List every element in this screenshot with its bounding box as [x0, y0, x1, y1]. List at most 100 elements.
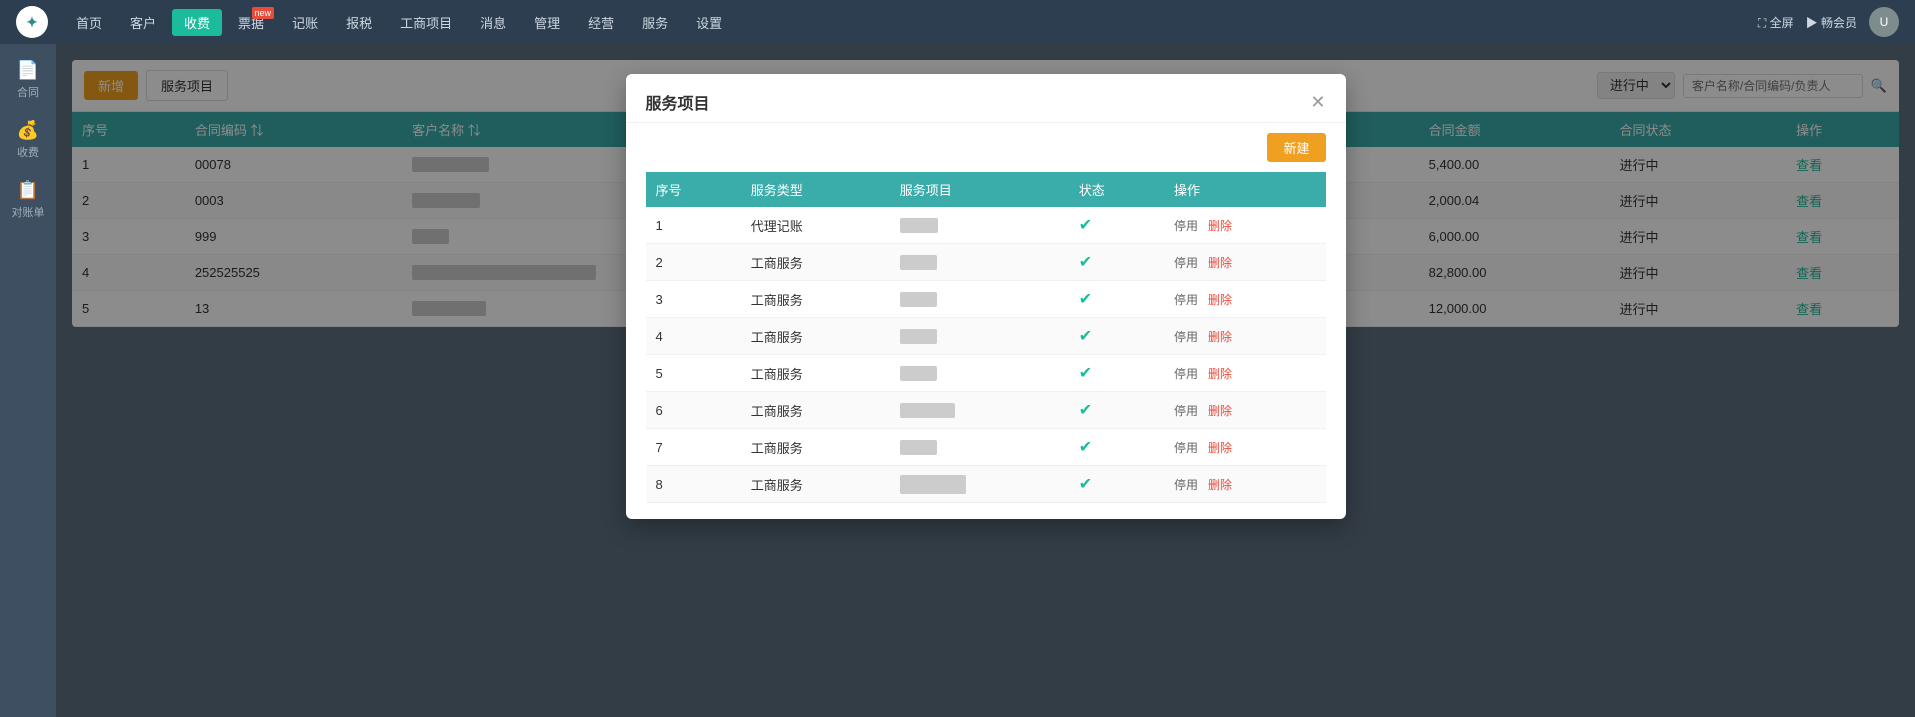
- modal-cell-item: ██████: [890, 392, 1069, 429]
- delete-button[interactable]: 删除: [1208, 365, 1232, 382]
- service-modal: 服务项目 ✕ 新建 序号 服务类型 服务项目 状态: [626, 74, 1346, 519]
- modal-cell-type: 代理记账: [741, 207, 890, 244]
- modal-cell-action[interactable]: 停用 删除: [1164, 281, 1326, 318]
- stop-button[interactable]: 停用: [1174, 476, 1198, 493]
- modal-cell-action[interactable]: 停用 删除: [1164, 392, 1326, 429]
- modal-col-type: 服务类型: [741, 172, 890, 207]
- top-nav-right: ⛶ 全屏 ▶ 畅会员 U: [1758, 7, 1899, 37]
- status-check-icon: ✔: [1079, 217, 1092, 234]
- nav-operation[interactable]: 经营: [576, 9, 626, 36]
- modal-close-button[interactable]: ✕: [1310, 92, 1325, 113]
- stop-button[interactable]: 停用: [1174, 291, 1198, 308]
- modal-header: 服务项目 ✕: [626, 74, 1346, 123]
- modal-cell-status: ✔: [1069, 355, 1164, 392]
- modal-cell-status: ✔: [1069, 466, 1164, 503]
- stop-button[interactable]: 停用: [1174, 365, 1198, 382]
- modal-table-row: 4 工商服务 ████ ✔ 停用 删除: [646, 318, 1326, 355]
- sidebar-label-contract: 合同: [17, 84, 39, 100]
- main-content: 新增 服务项目 进行中 🔍 序号 合同编码 ⇅ 客户名称 ⇅: [56, 44, 1915, 717]
- modal-cell-index: 8: [646, 466, 741, 503]
- modal-cell-item: ████ 注册: [890, 466, 1069, 503]
- modal-table-row: 5 工商服务 ████ ✔ 停用 删除: [646, 355, 1326, 392]
- stop-button[interactable]: 停用: [1174, 254, 1198, 271]
- reconcile-icon: 📋: [17, 180, 39, 201]
- nav-customer[interactable]: 客户: [118, 9, 168, 36]
- nav-business[interactable]: 工商项目: [388, 9, 464, 36]
- new-badge: new: [252, 7, 275, 19]
- stop-button[interactable]: 停用: [1174, 328, 1198, 345]
- modal-table-row: 3 工商服务 ████ ✔ 停用 删除: [646, 281, 1326, 318]
- vip-btn[interactable]: ▶ 畅会员: [1806, 14, 1857, 31]
- modal-cell-index: 5: [646, 355, 741, 392]
- modal-col-index: 序号: [646, 172, 741, 207]
- modal-table-row: 8 工商服务 ████ 注册 ✔ 停用 删除: [646, 466, 1326, 503]
- modal-cell-type: 工商服务: [741, 355, 890, 392]
- avatar[interactable]: U: [1869, 7, 1899, 37]
- modal-cell-index: 2: [646, 244, 741, 281]
- contract-icon: 📄: [17, 60, 39, 81]
- modal-col-item: 服务项目: [890, 172, 1069, 207]
- sidebar-item-reconcile[interactable]: 📋 对账单: [2, 172, 54, 228]
- sidebar-item-contract[interactable]: 📄 合同: [2, 52, 54, 108]
- delete-button[interactable]: 删除: [1208, 402, 1232, 419]
- modal-cell-status: ✔: [1069, 392, 1164, 429]
- modal-cell-type: 工商服务: [741, 244, 890, 281]
- modal-cell-status: ✔: [1069, 429, 1164, 466]
- nav-bookkeeping[interactable]: 记账: [280, 9, 330, 36]
- delete-button[interactable]: 删除: [1208, 254, 1232, 271]
- status-check-icon: ✔: [1079, 365, 1092, 382]
- modal-cell-index: 6: [646, 392, 741, 429]
- stop-button[interactable]: 停用: [1174, 439, 1198, 456]
- modal-col-action: 操作: [1164, 172, 1326, 207]
- stop-button[interactable]: 停用: [1174, 217, 1198, 234]
- sidebar-label-reconcile: 对账单: [12, 204, 45, 220]
- modal-cell-action[interactable]: 停用 删除: [1164, 244, 1326, 281]
- modal-table-row: 2 工商服务 ████ ✔ 停用 删除: [646, 244, 1326, 281]
- top-navigation: ✦ 首页 客户 收费 票据 new 记账 报税 工商项目 消息 管理 经营 服务…: [0, 0, 1915, 44]
- modal-cell-item: ████: [890, 355, 1069, 392]
- modal-cell-action[interactable]: 停用 删除: [1164, 466, 1326, 503]
- modal-cell-item: ████: [890, 281, 1069, 318]
- fullscreen-btn[interactable]: ⛶ 全屏: [1758, 14, 1794, 31]
- modal-cell-item: ████: [890, 244, 1069, 281]
- modal-cell-status: ✔: [1069, 318, 1164, 355]
- modal-cell-item: ███ 1: [890, 207, 1069, 244]
- modal-cell-index: 3: [646, 281, 741, 318]
- delete-button[interactable]: 删除: [1208, 291, 1232, 308]
- fee-icon: 💰: [17, 120, 39, 141]
- modal-body: 序号 服务类型 服务项目 状态 操作 1 代理记账 ███ 1 ✔ 停用 删除: [626, 172, 1346, 519]
- modal-table-row: 7 工商服务 ████ ✔ 停用 删除: [646, 429, 1326, 466]
- modal-new-button[interactable]: 新建: [1267, 133, 1325, 162]
- modal-col-status: 状态: [1069, 172, 1164, 207]
- delete-button[interactable]: 删除: [1208, 217, 1232, 234]
- modal-cell-item: ████: [890, 429, 1069, 466]
- modal-title: 服务项目: [646, 90, 710, 114]
- modal-cell-action[interactable]: 停用 删除: [1164, 207, 1326, 244]
- delete-button[interactable]: 删除: [1208, 328, 1232, 345]
- nav-settings[interactable]: 设置: [684, 9, 734, 36]
- main-layout: 📄 合同 💰 收费 📋 对账单 新增 服务项目 进行中 🔍: [0, 44, 1915, 717]
- status-check-icon: ✔: [1079, 476, 1092, 493]
- modal-cell-type: 工商服务: [741, 429, 890, 466]
- sidebar-item-fee[interactable]: 💰 收费: [2, 112, 54, 168]
- app-logo: ✦: [16, 6, 48, 38]
- nav-tax[interactable]: 报税: [334, 9, 384, 36]
- modal-cell-index: 1: [646, 207, 741, 244]
- modal-cell-type: 工商服务: [741, 281, 890, 318]
- nav-home[interactable]: 首页: [64, 9, 114, 36]
- nav-management[interactable]: 管理: [522, 9, 572, 36]
- modal-cell-type: 工商服务: [741, 466, 890, 503]
- nav-invoice[interactable]: 票据 new: [226, 9, 276, 36]
- modal-toolbar: 新建: [626, 123, 1346, 172]
- modal-cell-action[interactable]: 停用 删除: [1164, 429, 1326, 466]
- nav-fee[interactable]: 收费: [172, 9, 222, 36]
- nav-message[interactable]: 消息: [468, 9, 518, 36]
- nav-service[interactable]: 服务: [630, 9, 680, 36]
- delete-button[interactable]: 删除: [1208, 476, 1232, 493]
- modal-cell-action[interactable]: 停用 删除: [1164, 355, 1326, 392]
- stop-button[interactable]: 停用: [1174, 402, 1198, 419]
- status-check-icon: ✔: [1079, 439, 1092, 456]
- modal-cell-action[interactable]: 停用 删除: [1164, 318, 1326, 355]
- delete-button[interactable]: 删除: [1208, 439, 1232, 456]
- status-check-icon: ✔: [1079, 254, 1092, 271]
